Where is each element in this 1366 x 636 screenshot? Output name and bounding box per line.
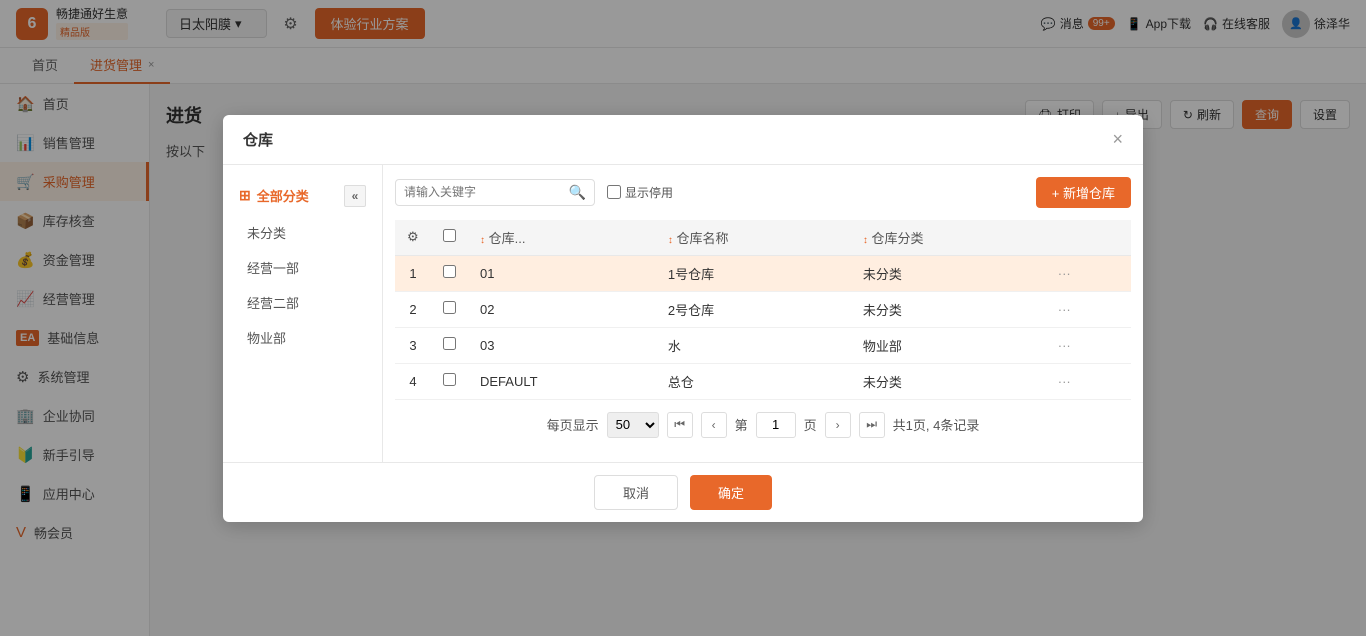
search-icon[interactable]: 🔍 xyxy=(569,184,586,201)
search-input[interactable] xyxy=(404,185,569,199)
modal-title: 仓库 xyxy=(243,129,273,150)
pagination: 每页显示 50 10 20 100 ⏮ ‹ 第 页 › ⏭ 共1页, 4条记录 xyxy=(395,400,1131,450)
search-box: 🔍 xyxy=(395,179,595,206)
warehouse-code: 03 xyxy=(468,327,656,363)
cat-item-unclassified[interactable]: 未分类 xyxy=(223,215,382,250)
table-row[interactable]: 1 01 1号仓库 未分类 ··· xyxy=(395,255,1131,291)
next-page-button[interactable]: › xyxy=(825,412,851,438)
select-all-checkbox[interactable] xyxy=(443,229,456,242)
row-more[interactable]: ··· xyxy=(1046,255,1131,291)
row-check xyxy=(431,327,468,363)
modal-footer: 取消 确定 xyxy=(223,462,1143,522)
row-more[interactable]: ··· xyxy=(1046,363,1131,399)
row-num: 1 xyxy=(395,255,431,291)
modal-header: 仓库 × xyxy=(223,115,1143,165)
row-check xyxy=(431,363,468,399)
warehouse-code: 02 xyxy=(468,291,656,327)
cat-item-dept2[interactable]: 经营二部 xyxy=(223,285,382,320)
more-icon[interactable]: ··· xyxy=(1058,302,1071,317)
more-icon[interactable]: ··· xyxy=(1058,338,1071,353)
row-num: 3 xyxy=(395,327,431,363)
grid-icon: ⊞ xyxy=(239,187,251,204)
table-area: 🔍 显示停用 + 新增仓库 ⚙ xyxy=(383,165,1143,462)
prev-page-button[interactable]: ‹ xyxy=(701,412,727,438)
gear-icon[interactable]: ⚙ xyxy=(407,229,419,244)
warehouse-category: 未分类 xyxy=(851,363,1046,399)
modal-overlay[interactable]: 仓库 × ⊞ 全部分类 « 未分类 经营一部 经营二部 xyxy=(0,0,1366,636)
warehouse-code: DEFAULT xyxy=(468,363,656,399)
row-checkbox[interactable] xyxy=(443,301,456,314)
show-disabled-label: 显示停用 xyxy=(607,184,673,201)
table-container: ⚙ ↕ 仓库... ↕ xyxy=(395,220,1131,400)
warehouse-category: 物业部 xyxy=(851,327,1046,363)
table-row[interactable]: 2 02 2号仓库 未分类 ··· xyxy=(395,291,1131,327)
warehouse-category: 未分类 xyxy=(851,291,1046,327)
sort-icon-category: ↕ xyxy=(863,235,868,246)
warehouse-table: ⚙ ↕ 仓库... ↕ xyxy=(395,220,1131,400)
row-check xyxy=(431,291,468,327)
category-sidebar: ⊞ 全部分类 « 未分类 经营一部 经营二部 物业部 xyxy=(223,165,383,462)
modal-close-button[interactable]: × xyxy=(1112,129,1123,150)
warehouse-name: 2号仓库 xyxy=(656,291,851,327)
row-checkbox[interactable] xyxy=(443,373,456,386)
col-code: ↕ 仓库... xyxy=(468,220,656,256)
last-page-button[interactable]: ⏭ xyxy=(859,412,885,438)
first-page-button[interactable]: ⏮ xyxy=(667,412,693,438)
warehouse-code: 01 xyxy=(468,255,656,291)
col-checkbox xyxy=(431,220,468,256)
col-actions xyxy=(1046,220,1131,256)
cancel-button[interactable]: 取消 xyxy=(594,475,678,510)
modal-body: ⊞ 全部分类 « 未分类 经营一部 经营二部 物业部 xyxy=(223,165,1143,462)
table-body: 1 01 1号仓库 未分类 ··· 2 xyxy=(395,255,1131,399)
warehouse-name: 总仓 xyxy=(656,363,851,399)
row-checkbox[interactable] xyxy=(443,265,456,278)
warehouse-modal: 仓库 × ⊞ 全部分类 « 未分类 经营一部 经营二部 xyxy=(223,115,1143,522)
sort-icon-code: ↕ xyxy=(480,235,485,246)
row-checkbox[interactable] xyxy=(443,337,456,350)
cat-item-property[interactable]: 物业部 xyxy=(223,320,382,355)
col-category: ↕ 仓库分类 xyxy=(851,220,1046,256)
page-number-input[interactable] xyxy=(756,412,796,438)
warehouse-name: 水 xyxy=(656,327,851,363)
add-warehouse-button[interactable]: + 新增仓库 xyxy=(1036,177,1131,208)
col-name: ↕ 仓库名称 xyxy=(656,220,851,256)
table-row[interactable]: 3 03 水 物业部 ··· xyxy=(395,327,1131,363)
row-more[interactable]: ··· xyxy=(1046,327,1131,363)
col-gear: ⚙ xyxy=(395,220,431,256)
all-category-header[interactable]: ⊞ 全部分类 « xyxy=(223,177,382,215)
show-disabled-checkbox[interactable] xyxy=(607,185,621,199)
table-toolbar: 🔍 显示停用 + 新增仓库 xyxy=(395,177,1131,208)
per-page-select[interactable]: 50 10 20 100 xyxy=(607,412,659,438)
warehouse-category: 未分类 xyxy=(851,255,1046,291)
row-check xyxy=(431,255,468,291)
row-num: 2 xyxy=(395,291,431,327)
table-row[interactable]: 4 DEFAULT 总仓 未分类 ··· xyxy=(395,363,1131,399)
cat-item-dept1[interactable]: 经营一部 xyxy=(223,250,382,285)
row-num: 4 xyxy=(395,363,431,399)
collapse-button[interactable]: « xyxy=(344,185,366,207)
warehouse-name: 1号仓库 xyxy=(656,255,851,291)
row-more[interactable]: ··· xyxy=(1046,291,1131,327)
sort-icon-name: ↕ xyxy=(668,235,673,246)
more-icon[interactable]: ··· xyxy=(1058,374,1071,389)
more-icon[interactable]: ··· xyxy=(1058,266,1071,281)
confirm-button[interactable]: 确定 xyxy=(690,475,772,510)
table-header: ⚙ ↕ 仓库... ↕ xyxy=(395,220,1131,256)
